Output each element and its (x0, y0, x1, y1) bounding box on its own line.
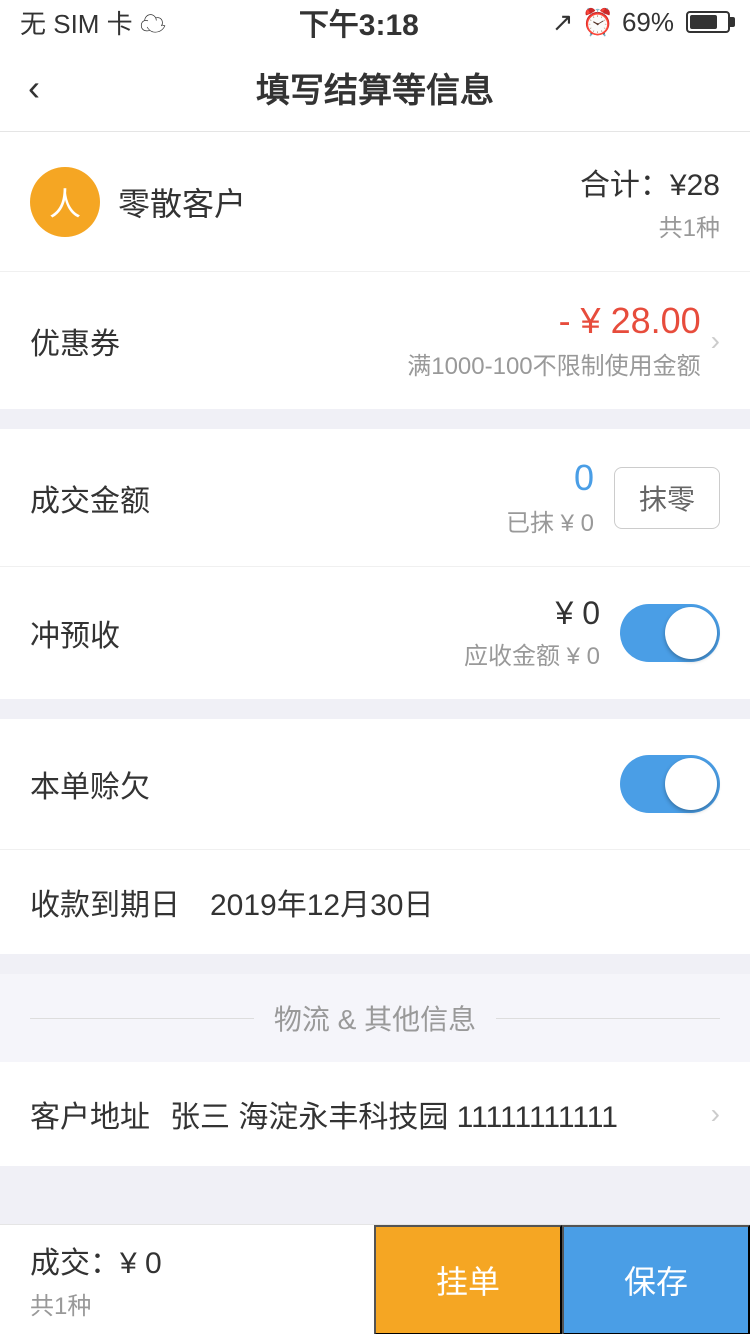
logistics-header: 物流 & 其他信息 (0, 974, 750, 1062)
due-date-label: 收款到期日 (30, 880, 180, 924)
avatar-icon: 人 (49, 179, 81, 225)
location-icon: ↗ (552, 7, 574, 38)
bottom-deal-label: 成交： (30, 1247, 120, 1280)
pending-button[interactable]: 挂单 (374, 1225, 562, 1334)
battery-icon (686, 11, 730, 33)
status-bar: 无 SIM 卡 ☁ 下午3:18 ↗ ⏰ 69% (0, 0, 750, 44)
coupon-label: 优惠券 (30, 319, 120, 363)
save-button[interactable]: 保存 (562, 1225, 750, 1334)
toggle-knob (665, 607, 717, 659)
customer-name: 零散客户 (118, 179, 246, 225)
customer-row: 人 零散客户 合计：¥28 共1种 (0, 132, 750, 271)
precollect-right: ¥ 0 应收金额 ¥ 0 (464, 595, 720, 671)
battery-fill (690, 15, 717, 29)
deal-amount-card: 成交金额 0 已抹 ¥ 0 抹零 冲预收 ¥ 0 应收金额 ¥ 0 (0, 429, 750, 699)
bottom-deal-amount: ¥ 0 (120, 1247, 162, 1280)
debt-card: 本单赊欠 收款到期日 2019年12月30日 (0, 719, 750, 954)
customer-avatar: 人 (30, 167, 100, 237)
page-title: 填写结算等信息 (256, 63, 494, 112)
battery-text: 69% (622, 7, 674, 38)
status-time: 下午3:18 (299, 0, 419, 44)
coupon-amount: - ¥ 28.00 (407, 300, 700, 342)
debt-toggle-knob (665, 758, 717, 810)
logistics-label: 物流 & 其他信息 (254, 998, 496, 1038)
total-count: 共1种 (580, 208, 720, 243)
coupon-desc: 满1000-100不限制使用金额 (407, 346, 700, 381)
deal-amount-row: 成交金额 0 已抹 ¥ 0 抹零 (0, 429, 750, 566)
status-left: 无 SIM 卡 ☁ (20, 4, 166, 41)
address-chevron-icon: › (711, 1098, 720, 1130)
precollect-toggle[interactable] (620, 604, 720, 662)
logistics-line-right (496, 1018, 720, 1019)
customer-card: 人 零散客户 合计：¥28 共1种 优惠券 - ¥ 28.00 满1000-10… (0, 132, 750, 409)
bottom-count: 共1种 (30, 1286, 344, 1321)
address-label: 客户地址 (30, 1092, 150, 1136)
total-amount: 合计：¥28 (580, 160, 720, 204)
address-value: 张三 海淀永丰科技园 11111111111 (170, 1092, 711, 1136)
address-card: 客户地址 张三 海淀永丰科技园 11111111111 › (0, 1062, 750, 1166)
status-right: ↗ ⏰ 69% (552, 7, 730, 38)
address-row[interactable]: 客户地址 张三 海淀永丰科技园 11111111111 › (0, 1062, 750, 1166)
debt-toggle[interactable] (620, 755, 720, 813)
logistics-line-left (30, 1018, 254, 1019)
precollect-sub: 应收金额 ¥ 0 (464, 636, 600, 671)
debt-row: 本单赊欠 (0, 719, 750, 849)
nav-bar: ‹ 填写结算等信息 (0, 44, 750, 132)
round-button[interactable]: 抹零 (614, 467, 720, 529)
precollect-label: 冲预收 (30, 611, 120, 655)
coupon-chevron-icon: › (711, 325, 720, 357)
coupon-info: - ¥ 28.00 满1000-100不限制使用金额 (407, 300, 700, 381)
deal-amount-sub: 已抹 ¥ 0 (506, 503, 594, 538)
deal-amount-info: 0 已抹 ¥ 0 (506, 457, 594, 538)
deal-right: 0 已抹 ¥ 0 抹零 (506, 457, 720, 538)
precollect-row: 冲预收 ¥ 0 应收金额 ¥ 0 (0, 566, 750, 699)
deal-amount-label: 成交金额 (30, 476, 150, 520)
coupon-row[interactable]: 优惠券 - ¥ 28.00 满1000-100不限制使用金额 › (0, 271, 750, 409)
back-button[interactable]: ‹ (28, 67, 40, 109)
due-date-row: 收款到期日 2019年12月30日 (0, 849, 750, 954)
customer-left: 人 零散客户 (30, 167, 246, 237)
no-sim-text: 无 SIM 卡 ☁ (20, 4, 166, 41)
due-date-value: 2019年12月30日 (210, 880, 433, 924)
precollect-amount-block: ¥ 0 应收金额 ¥ 0 (464, 595, 600, 671)
precollect-amount: ¥ 0 (464, 595, 600, 632)
customer-right: 合计：¥28 共1种 (580, 160, 720, 243)
bottom-bar: 成交：¥ 0 共1种 挂单 保存 (0, 1224, 750, 1334)
alarm-icon: ⏰ (582, 7, 614, 38)
bottom-deal-row: 成交：¥ 0 (30, 1238, 344, 1282)
bottom-info: 成交：¥ 0 共1种 (0, 1238, 374, 1321)
deal-amount-value: 0 (506, 457, 594, 499)
debt-label: 本单赊欠 (30, 762, 150, 806)
coupon-right: - ¥ 28.00 满1000-100不限制使用金额 › (407, 300, 720, 381)
content: 人 零散客户 合计：¥28 共1种 优惠券 - ¥ 28.00 满1000-10… (0, 132, 750, 1306)
